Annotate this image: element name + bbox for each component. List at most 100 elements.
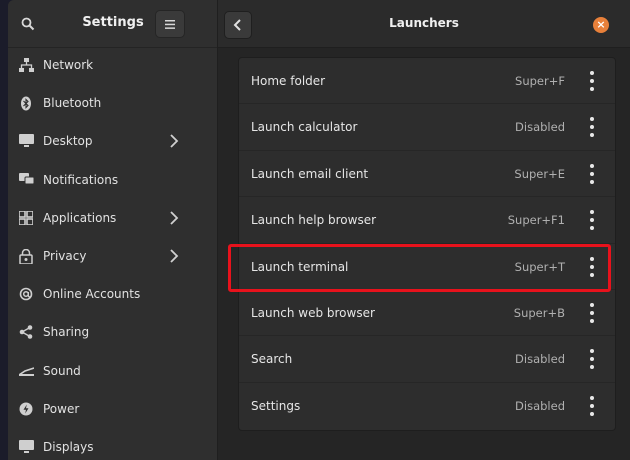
kebab-dot (590, 87, 594, 91)
sidebar-item-power[interactable]: Power (8, 390, 218, 428)
shortcut-accelerator: Super+E (514, 166, 565, 181)
displays-icon (18, 439, 34, 455)
sidebar-item-label: Sharing (43, 325, 90, 340)
sidebar-item-label: Privacy (43, 249, 87, 264)
sidebar-item-label: Bluetooth (43, 96, 102, 111)
privacy-icon (18, 248, 34, 264)
more-options-button[interactable] (585, 210, 599, 231)
more-options-button[interactable] (585, 117, 599, 138)
more-options-button[interactable] (585, 302, 599, 323)
chevron-right-icon (170, 249, 179, 263)
sidebar-item-label: Sound (43, 363, 81, 378)
shortcut-accelerator: Super+F (515, 74, 565, 88)
kebab-dot (590, 264, 594, 269)
shortcut-row-launch-help-browser[interactable]: Launch help browser Super+F1 (239, 197, 615, 244)
kebab-dot (590, 133, 594, 138)
kebab-dot (590, 117, 594, 122)
more-options-button[interactable] (585, 395, 599, 416)
kebab-dot (590, 272, 594, 277)
sidebar-item-label: Power (43, 401, 80, 416)
applications-icon (18, 210, 34, 226)
shortcut-label: Home folder (251, 74, 326, 88)
sidebar: Settings Network Bluetooth Desktop Notif… (8, 0, 218, 460)
more-options-button[interactable] (585, 163, 599, 184)
shortcut-list: Home folder Super+F Launch calculator Di… (238, 57, 616, 431)
sidebar-item-bluetooth[interactable]: Bluetooth (8, 84, 218, 122)
kebab-dot (590, 318, 594, 323)
shortcut-row-home-folder[interactable]: Home folder Super+F (239, 58, 615, 105)
kebab-dot (590, 179, 594, 184)
sidebar-item-sound[interactable]: Sound (8, 352, 218, 390)
close-icon: × (596, 18, 606, 31)
sound-icon (18, 363, 34, 379)
shortcut-label: Launch web browser (251, 305, 375, 320)
kebab-dot (590, 171, 594, 176)
sidebar-item-applications[interactable]: Applications (8, 199, 218, 237)
shortcut-accelerator: Super+F1 (507, 213, 565, 228)
shortcut-accelerator: Super+B (513, 305, 565, 320)
shortcut-label: Search (251, 352, 293, 367)
shortcut-row-launch-calculator[interactable]: Launch calculator Disabled (239, 104, 615, 151)
sidebar-item-label: Applications (43, 210, 117, 225)
kebab-dot (590, 125, 594, 130)
kebab-dot (590, 411, 594, 416)
close-button[interactable]: × (593, 17, 609, 33)
sidebar-header: Settings (8, 0, 217, 48)
more-options-button[interactable] (585, 349, 599, 370)
shortcut-label: Settings (251, 398, 301, 413)
page-title: Launchers (389, 16, 459, 30)
sidebar-item-label: Displays (43, 439, 94, 454)
shortcut-row-launch-email-client[interactable]: Launch email client Super+E (239, 151, 615, 198)
kebab-dot (590, 357, 594, 362)
kebab-dot (590, 71, 594, 75)
main-header: Launchers × (218, 0, 630, 48)
more-options-button[interactable] (585, 256, 599, 277)
sidebar-item-desktop[interactable]: Desktop (8, 122, 218, 160)
sidebar-item-displays[interactable]: Displays (8, 428, 218, 460)
shortcut-accelerator: Disabled (515, 398, 565, 413)
sidebar-item-privacy[interactable]: Privacy (8, 237, 218, 275)
kebab-dot (590, 256, 594, 261)
sidebar-item-label: Notifications (43, 172, 119, 187)
shortcut-label: Launch email client (251, 166, 369, 181)
kebab-dot (590, 302, 594, 307)
chevron-right-icon (170, 134, 179, 149)
power-icon (18, 401, 34, 417)
sidebar-item-sharing[interactable]: Sharing (8, 313, 218, 351)
sidebar-item-label: Network (43, 58, 94, 73)
shortcut-accelerator: Disabled (515, 120, 565, 135)
kebab-dot (590, 395, 594, 400)
kebab-dot (590, 79, 594, 83)
shortcut-accelerator: Super+T (514, 259, 565, 274)
kebab-dot (590, 310, 594, 315)
shortcut-row-launch-terminal[interactable]: Launch terminal Super+T (239, 244, 615, 290)
sidebar-list: Network Bluetooth Desktop Notifications … (8, 46, 218, 460)
online-accounts-icon (18, 286, 34, 302)
shortcut-label: Launch help browser (251, 213, 377, 228)
chevron-right-icon (170, 211, 179, 225)
kebab-dot (590, 349, 594, 354)
kebab-dot (590, 403, 594, 408)
sharing-icon (18, 324, 34, 340)
sidebar-item-notifications[interactable]: Notifications (8, 161, 218, 199)
sidebar-item-network[interactable]: Network (8, 46, 218, 84)
shortcut-label: Launch calculator (251, 120, 358, 135)
notifications-icon (18, 172, 34, 188)
shortcut-label: Launch terminal (251, 259, 349, 274)
kebab-dot (590, 226, 594, 231)
sidebar-item-online-accounts[interactable]: Online Accounts (8, 275, 218, 313)
kebab-dot (590, 210, 594, 215)
shortcut-accelerator: Disabled (515, 352, 565, 367)
desktop-icon (18, 133, 34, 149)
hamburger-icon (165, 19, 175, 29)
settings-window: Settings Network Bluetooth Desktop Notif… (8, 0, 630, 460)
network-icon (18, 57, 34, 73)
shortcut-row-search[interactable]: Search Disabled (239, 336, 615, 383)
shortcut-row-launch-web-browser[interactable]: Launch web browser Super+B (239, 290, 615, 337)
shortcut-row-settings[interactable]: Settings Disabled (239, 383, 615, 429)
more-options-button[interactable] (585, 71, 599, 91)
kebab-dot (590, 365, 594, 370)
kebab-dot (590, 163, 594, 168)
menu-button[interactable] (155, 10, 185, 38)
sidebar-item-label: Desktop (43, 134, 93, 149)
